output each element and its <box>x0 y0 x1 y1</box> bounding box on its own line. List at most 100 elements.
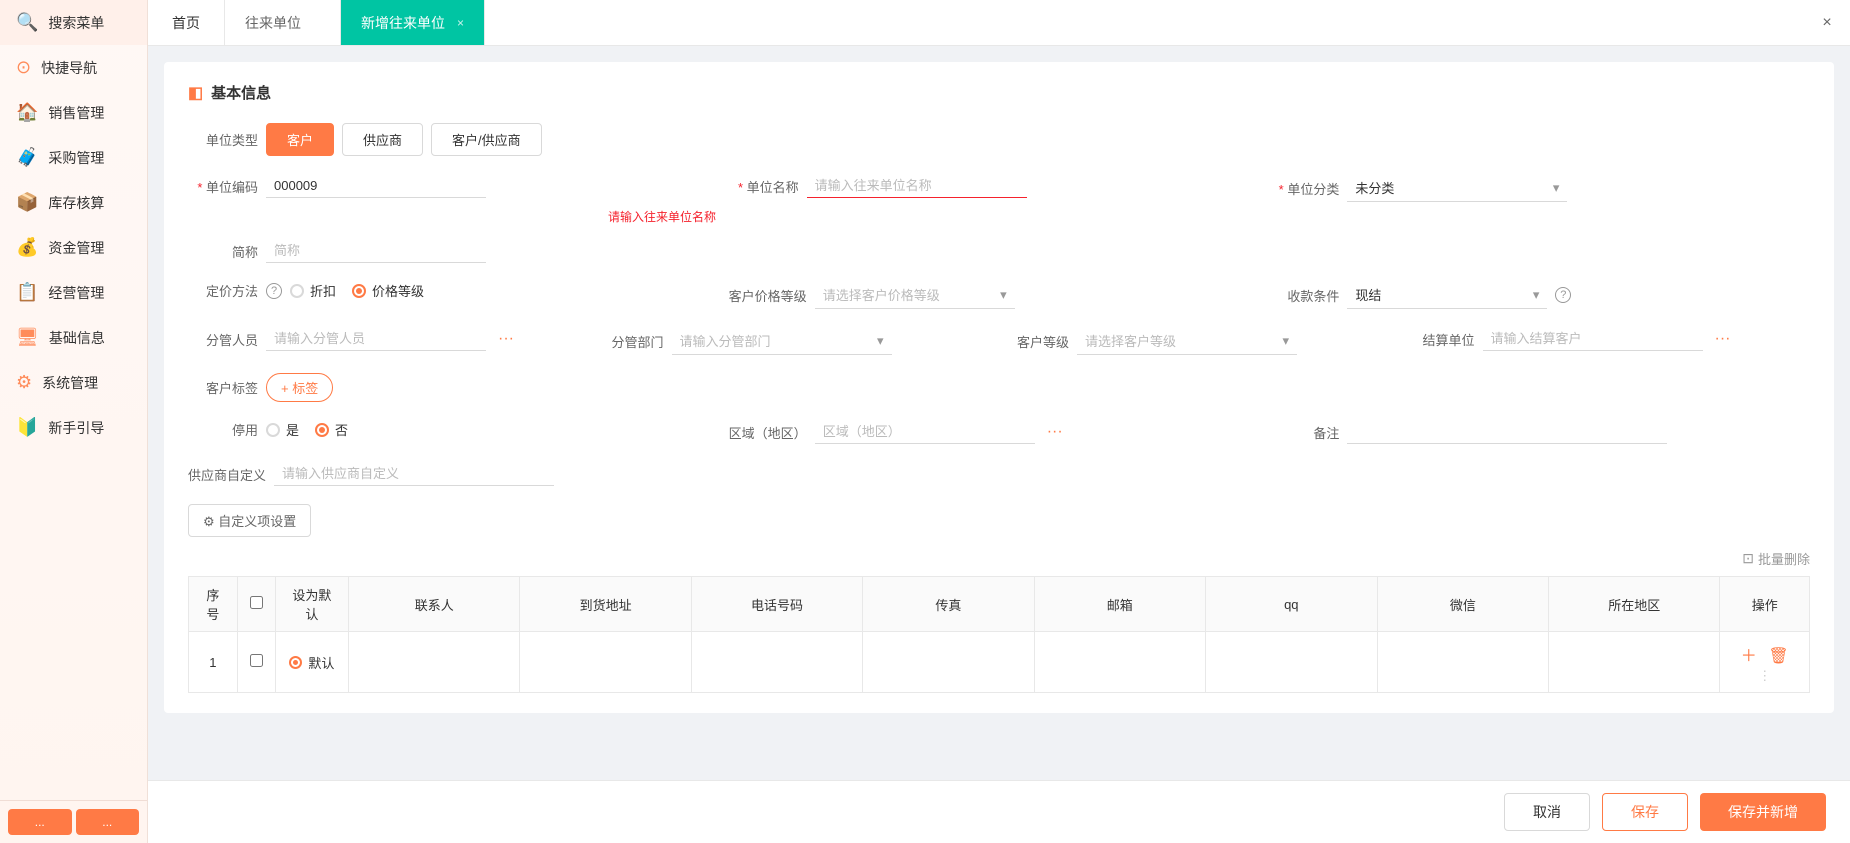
row-default-label: 默认 <box>308 653 334 672</box>
tab-new-partner[interactable]: 新增往来单位 × <box>341 0 485 45</box>
chevron-down-icon: ▾ <box>877 333 884 349</box>
row-wechat[interactable] <box>1377 632 1548 693</box>
sidebar: 🔍 搜索菜单 ⊙ 快捷导航 🏠 销售管理 🧳 采购管理 📦 库存核算 💰 资金管… <box>0 0 148 843</box>
sidebar-item-operations[interactable]: 📋 经营管理 <box>0 270 147 315</box>
section-title-text: 基本信息 <box>211 82 271 103</box>
department-item: 分管部门 请输入分管部门 ▾ <box>594 327 1000 355</box>
row-email[interactable] <box>1034 632 1205 693</box>
unit-code-input[interactable] <box>266 174 486 198</box>
tab-partners-close[interactable]: × <box>313 16 320 30</box>
row-address-input[interactable] <box>532 655 678 670</box>
pricing-discount-radio[interactable] <box>290 284 304 298</box>
tag-row: 客户标签 + 标签 <box>188 373 1810 402</box>
row-phone[interactable] <box>691 632 862 693</box>
row-wechat-input[interactable] <box>1390 655 1536 670</box>
row-default-radio-item[interactable]: 默认 <box>288 653 336 672</box>
unit-category-select[interactable]: 未分类 ▾ <box>1347 174 1567 202</box>
sidebar-item-search[interactable]: 🔍 搜索菜单 <box>0 0 147 45</box>
region-more-icon[interactable]: ··· <box>1043 423 1067 441</box>
manager-input[interactable] <box>266 327 486 351</box>
unit-type-supplier-btn[interactable]: 供应商 <box>342 123 423 156</box>
row-email-input[interactable] <box>1047 655 1193 670</box>
sidebar-item-quick-nav[interactable]: ⊙ 快捷导航 <box>0 45 147 90</box>
unit-type-group: 客户 供应商 客户/供应商 <box>266 123 542 156</box>
customer-price-level-select[interactable]: 请选择客户价格等级 ▾ <box>815 281 1015 309</box>
department-select[interactable]: 请输入分管部门 ▾ <box>672 327 892 355</box>
quick-nav-icon: ⊙ <box>16 57 31 78</box>
pricing-level-radio[interactable] <box>352 284 366 298</box>
settlement-more-icon[interactable]: ··· <box>1711 330 1735 348</box>
content-area: ◧ 基本信息 单位类型 客户 供应商 客户/供应商 单位编码 <box>148 46 1850 780</box>
pricing-level-option[interactable]: 价格等级 <box>352 281 424 300</box>
row-add-button[interactable]: ＋ <box>1737 640 1761 668</box>
col-phone: 电话号码 <box>691 577 862 632</box>
col-checkbox[interactable] <box>237 577 275 632</box>
row-area-input[interactable] <box>1561 655 1707 670</box>
save-button[interactable]: 保存 <box>1602 793 1688 831</box>
supplier-custom-input[interactable] <box>274 462 554 486</box>
batch-delete-label[interactable]: 批量删除 <box>1758 549 1810 568</box>
save-new-button[interactable]: 保存并新增 <box>1700 793 1826 831</box>
customer-level-select[interactable]: 请选择客户等级 ▾ <box>1077 327 1297 355</box>
tab-home[interactable]: 首页 <box>148 0 225 45</box>
row-fax[interactable] <box>863 632 1034 693</box>
sidebar-bottom-btn1[interactable]: ... <box>8 809 72 835</box>
settlement-unit-input[interactable] <box>1483 327 1703 351</box>
pricing-help-icon[interactable]: ? <box>266 283 282 299</box>
row-area[interactable] <box>1549 632 1720 693</box>
row-qq-input[interactable] <box>1218 655 1365 670</box>
pricing-discount-option[interactable]: 折扣 <box>290 281 336 300</box>
sidebar-item-label: 搜索菜单 <box>48 13 104 33</box>
short-name-input[interactable] <box>266 239 486 263</box>
remark-input[interactable] <box>1347 420 1667 444</box>
row-checkbox[interactable] <box>237 632 275 693</box>
manager-more-icon[interactable]: ··· <box>494 330 518 348</box>
sidebar-item-sales[interactable]: 🏠 销售管理 <box>0 90 147 135</box>
sidebar-item-purchase[interactable]: 🧳 采购管理 <box>0 135 147 180</box>
disabled-yes-option[interactable]: 是 <box>266 420 299 439</box>
row-seq: 1 <box>189 632 238 693</box>
settlement-unit-label: 结算单位 <box>1405 330 1475 349</box>
table-header-row: 序号 设为默认 联系人 到货地址 电话号码 传真 邮箱 qq 微信 所在地区 操… <box>189 577 1810 632</box>
row-fax-input[interactable] <box>875 655 1021 670</box>
window-close-button[interactable]: × <box>1804 0 1850 46</box>
add-tag-button[interactable]: + 标签 <box>266 373 333 402</box>
sidebar-item-inventory[interactable]: 📦 库存核算 <box>0 180 147 225</box>
row-default-radio[interactable] <box>289 656 302 669</box>
disabled-no-option[interactable]: 否 <box>315 420 348 439</box>
sidebar-bottom-btn2[interactable]: ... <box>76 809 140 835</box>
unit-type-customer-btn[interactable]: 客户 <box>266 123 334 156</box>
sidebar-item-basic-info[interactable]: 🖥 基础信息 <box>0 315 147 360</box>
unit-type-both-btn[interactable]: 客户/供应商 <box>431 123 542 156</box>
row-phone-input[interactable] <box>704 655 850 670</box>
payment-help-icon[interactable]: ? <box>1555 287 1571 303</box>
row-contact-input[interactable] <box>361 655 507 670</box>
row-address[interactable] <box>520 632 691 693</box>
manager-label: 分管人员 <box>188 330 258 349</box>
disabled-no-radio[interactable] <box>315 423 329 437</box>
select-all-checkbox[interactable] <box>250 596 263 609</box>
row-actions: ＋ 🗑 ⋮ <box>1720 632 1810 693</box>
cancel-button[interactable]: 取消 <box>1504 793 1590 831</box>
supplier-custom-item: 供应商自定义 <box>188 462 1810 486</box>
customer-level-item: 客户等级 请选择客户等级 ▾ <box>999 327 1405 355</box>
row-qq[interactable] <box>1205 632 1377 693</box>
short-name-row: 简称 <box>188 239 1810 263</box>
tab-partners[interactable]: 往来单位 × <box>225 0 341 45</box>
sidebar-item-finance[interactable]: 💰 资金管理 <box>0 225 147 270</box>
search-icon: 🔍 <box>16 12 38 33</box>
tab-new-partner-label: 新增往来单位 <box>361 13 445 33</box>
row-delete-button[interactable]: 🗑 <box>1764 644 1792 668</box>
custom-settings-button[interactable]: ⚙ 自定义项设置 <box>188 504 311 537</box>
region-input[interactable] <box>815 420 1035 444</box>
tab-new-partner-close[interactable]: × <box>457 16 464 30</box>
sidebar-item-guide[interactable]: 🔰 新手引导 <box>0 405 147 450</box>
payment-terms-select[interactable]: 现结 ▾ <box>1347 281 1547 309</box>
row-checkbox-input[interactable] <box>250 654 263 667</box>
sidebar-item-system[interactable]: ⚙ 系统管理 <box>0 360 147 405</box>
row-contact[interactable] <box>349 632 520 693</box>
purchase-icon: 🧳 <box>16 147 38 168</box>
settlement-unit-item: 结算单位 ··· <box>1405 327 1811 351</box>
unit-name-input[interactable] <box>807 174 1027 198</box>
disabled-yes-radio[interactable] <box>266 423 280 437</box>
